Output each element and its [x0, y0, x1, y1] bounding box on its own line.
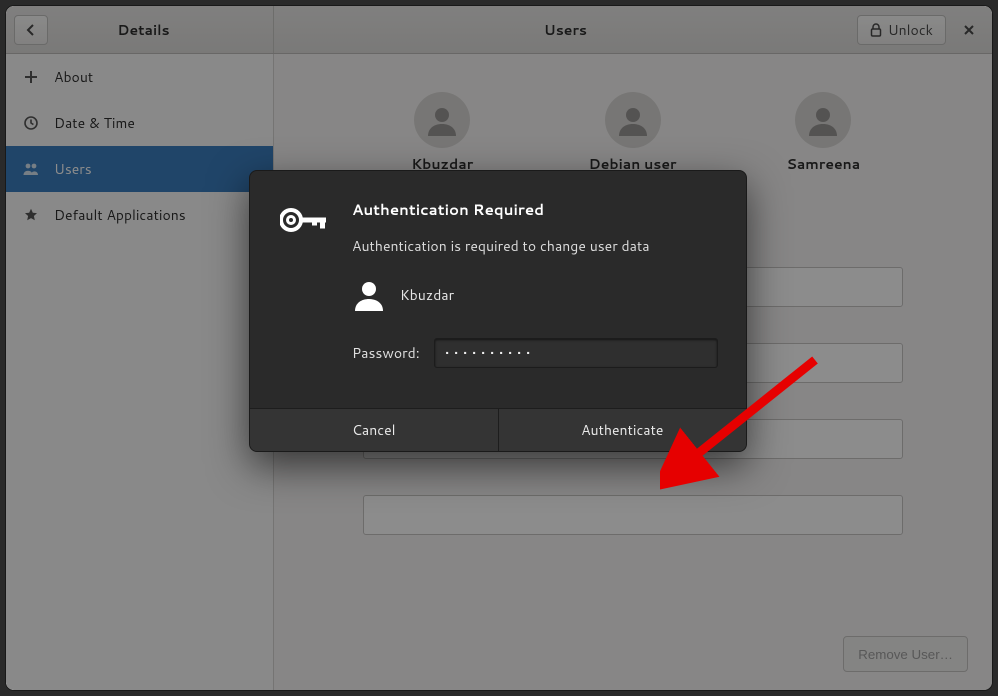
password-row: Password:	[352, 338, 718, 368]
person-icon	[352, 278, 386, 312]
password-label: Password:	[352, 343, 420, 363]
dialog-actions: Cancel Authenticate	[250, 408, 746, 451]
cancel-button[interactable]: Cancel	[250, 409, 498, 451]
dialog-user: Kbuzdar	[352, 278, 718, 312]
authenticate-button[interactable]: Authenticate	[498, 409, 747, 451]
dialog-user-name: Kbuzdar	[400, 285, 454, 305]
password-input[interactable]	[434, 338, 718, 368]
key-icon	[278, 199, 330, 251]
auth-dialog: Authentication Required Authentication i…	[249, 170, 747, 452]
dialog-main: Authentication Required Authentication i…	[352, 199, 718, 368]
dialog-title: Authentication Required	[352, 199, 718, 220]
dialog-body: Authentication Required Authentication i…	[250, 171, 746, 408]
dialog-description: Authentication is required to change use…	[352, 236, 718, 256]
